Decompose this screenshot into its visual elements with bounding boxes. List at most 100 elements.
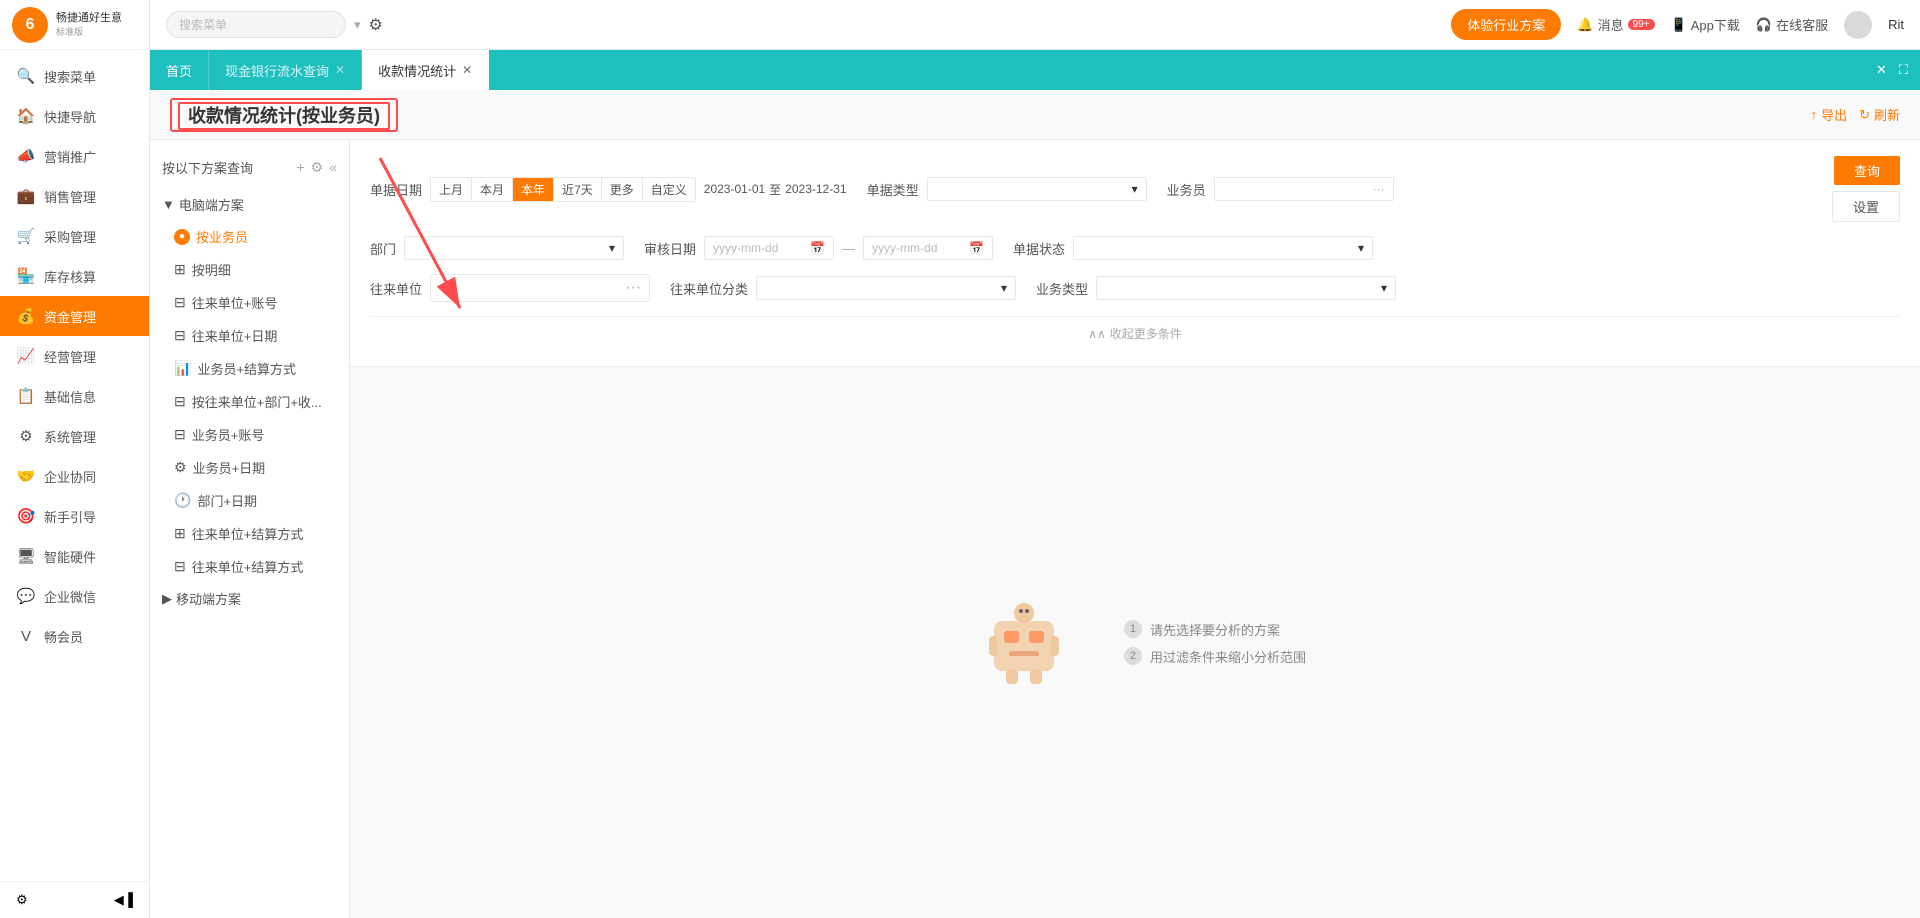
- tab-maximize-icon[interactable]: ⛶: [1899, 62, 1908, 78]
- sidebar-item-label: 资金管理: [44, 307, 96, 326]
- filter-item-salesperson-account[interactable]: ⊟ 业务员+账号: [150, 418, 349, 451]
- dept-select[interactable]: ▾: [404, 236, 624, 260]
- empty-tips: 1 请先选择要分析的方案 2 用过滤条件来缩小分析范围: [1124, 620, 1306, 666]
- filter-item-dept-date[interactable]: 🕐 部门+日期: [150, 484, 349, 517]
- query-button[interactable]: 查询: [1834, 156, 1900, 185]
- sidebar-item-hardware[interactable]: 🖥 智能硬件: [0, 536, 149, 576]
- filter-settings-btn[interactable]: ⚙: [311, 159, 324, 176]
- audit-from-placeholder: yyyy-mm-dd: [713, 241, 778, 255]
- messages-icon: 🔔: [1577, 17, 1593, 33]
- doc-type-label: 单据类型: [867, 180, 919, 199]
- sidebar-item-enterprise[interactable]: 🤝 企业协同: [0, 456, 149, 496]
- operations-icon: 📈: [16, 346, 36, 366]
- sidebar-item-marketing[interactable]: 📣 营销推广: [0, 136, 149, 176]
- doc-status-select[interactable]: ▾: [1073, 236, 1373, 260]
- sidebar-item-purchase[interactable]: 🛒 采购管理: [0, 216, 149, 256]
- sidebar-item-system[interactable]: ⚙ 系统管理: [0, 416, 149, 456]
- topbar-dropdown-icon[interactable]: ▾: [354, 17, 361, 33]
- page-header: 收款情况统计(按业务员) ↑ 导出 ↻ 刷新: [150, 90, 1920, 140]
- sidebar-item-guide[interactable]: 🎯 新手引导: [0, 496, 149, 536]
- topbar-left: 搜索菜单 ▾ ⚙: [166, 11, 383, 38]
- date-tab-7days[interactable]: 近7天: [554, 178, 602, 201]
- refresh-button[interactable]: ↻ 刷新: [1859, 105, 1900, 124]
- sidebar: 6 畅捷通好生意 标准版 🔍 搜索菜单 🏠 快捷导航 📣 营销推广 💼 销售管理…: [0, 0, 150, 918]
- sidebar-logo: 6 畅捷通好生意 标准版: [0, 0, 149, 50]
- tab-bank[interactable]: 现金银行流水查询 ✕: [209, 50, 362, 90]
- filter-item-counterpart-dept[interactable]: ⊟ 按往来单位+部门+收...: [150, 385, 349, 418]
- sidebar-item-sales[interactable]: 💼 销售管理: [0, 176, 149, 216]
- audit-date-from[interactable]: yyyy-mm-dd 📅: [704, 236, 834, 260]
- audit-date-field: 审核日期 yyyy-mm-dd 📅 — yyyy-mm-dd 📅: [644, 236, 993, 260]
- trial-button[interactable]: 体验行业方案: [1451, 9, 1561, 40]
- filter-item-counterpart-settle2[interactable]: ⊟ 往来单位+结算方式: [150, 550, 349, 583]
- tab-receipt-close[interactable]: ✕: [462, 63, 472, 77]
- counterpart-select[interactable]: ···: [430, 274, 650, 302]
- user-avatar[interactable]: [1844, 11, 1872, 39]
- filter-section-mobile[interactable]: ▶ 移动端方案: [150, 583, 349, 614]
- counterpart-label: 往来单位: [370, 279, 422, 298]
- app-download-btn[interactable]: 📱 App下载: [1671, 15, 1740, 34]
- sidebar-item-shortcut[interactable]: 🏠 快捷导航: [0, 96, 149, 136]
- date-tab-custom[interactable]: 自定义: [643, 178, 695, 201]
- sidebar-item-inventory[interactable]: 🏪 库存核算: [0, 256, 149, 296]
- section-arrow: ▼: [162, 197, 175, 212]
- date-tab-more[interactable]: 更多: [602, 178, 643, 201]
- filter-item-salesperson-date[interactable]: ⚙ 业务员+日期: [150, 451, 349, 484]
- filter-item-counterpart-account[interactable]: ⊟ 往来单位+账号: [150, 286, 349, 319]
- sidebar-item-operations[interactable]: 📈 经营管理: [0, 336, 149, 376]
- messages-btn[interactable]: 🔔 消息 99+: [1577, 15, 1654, 34]
- sidebar-item-label: 搜索菜单: [44, 67, 96, 86]
- salesperson-select[interactable]: ···: [1214, 177, 1394, 201]
- counterpart-cat-select[interactable]: ▾: [756, 276, 1016, 300]
- filter-item-by-salesperson[interactable]: ● 按业务员: [150, 220, 349, 253]
- sidebar-item-label: 智能硬件: [44, 547, 96, 566]
- online-service-btn[interactable]: 🎧 在线客服: [1756, 15, 1828, 34]
- tab-home[interactable]: 首页: [150, 50, 209, 90]
- empty-tip-1: 1 请先选择要分析的方案: [1124, 620, 1306, 639]
- sidebar-footer: ⚙ ◀▐: [0, 881, 149, 918]
- tab-minimize-icon[interactable]: ✕: [1876, 62, 1887, 78]
- salesperson-more[interactable]: ···: [1373, 182, 1385, 196]
- service-label: 在线客服: [1776, 15, 1828, 34]
- messages-label: 消息: [1598, 15, 1624, 34]
- filter-item-counterpart-date[interactable]: ⊟ 往来单位+日期: [150, 319, 349, 352]
- tab-receipt[interactable]: 收款情况统计 ✕: [362, 50, 489, 90]
- filter-item-salesperson-settle[interactable]: 📊 业务员+结算方式: [150, 352, 349, 385]
- filter-item-label: 往来单位+日期: [192, 326, 278, 345]
- topbar-search-text: 搜索菜单: [179, 16, 227, 33]
- date-tab-this-year[interactable]: 本年: [513, 178, 554, 201]
- guide-icon: 🎯: [16, 506, 36, 526]
- biz-type-select[interactable]: ▾: [1096, 276, 1396, 300]
- footer-collapse-icon[interactable]: ◀▐: [114, 892, 133, 908]
- sidebar-item-basic[interactable]: 📋 基础信息: [0, 376, 149, 416]
- date-tab-last-month[interactable]: 上月: [431, 178, 472, 201]
- sidebar-item-wechat[interactable]: 💬 企业微信: [0, 576, 149, 616]
- sidebar-item-member[interactable]: V 畅会员: [0, 616, 149, 656]
- filter-section-desktop[interactable]: ▼ 电脑端方案: [150, 189, 349, 220]
- search-row-1: 单据日期 上月 本月 本年 近7天 更多 自定义 2023-01-01 至: [370, 156, 1900, 222]
- logo-icon: 6: [12, 7, 48, 43]
- filter-add-btn[interactable]: +: [296, 159, 304, 176]
- export-button[interactable]: ↑ 导出: [1811, 105, 1848, 124]
- search-icon: 🔍: [16, 66, 36, 86]
- collapse-bar[interactable]: ∧∧ 收起更多条件: [370, 316, 1900, 350]
- date-tab-this-month[interactable]: 本月: [472, 178, 513, 201]
- sidebar-item-search[interactable]: 🔍 搜索菜单: [0, 56, 149, 96]
- search-area: 单据日期 上月 本月 本年 近7天 更多 自定义 2023-01-01 至: [350, 140, 1920, 367]
- audit-date-to[interactable]: yyyy-mm-dd 📅: [863, 236, 993, 260]
- tab-home-label: 首页: [166, 61, 192, 80]
- footer-settings-icon[interactable]: ⚙: [16, 892, 28, 908]
- shortcut-icon: 🏠: [16, 106, 36, 126]
- filter-item-by-detail[interactable]: ⊞ 按明细: [150, 253, 349, 286]
- tab-bank-close[interactable]: ✕: [335, 63, 345, 77]
- logo-text: 畅捷通好生意: [56, 11, 122, 25]
- filter-item-counterpart-settle1[interactable]: ⊞ 往来单位+结算方式: [150, 517, 349, 550]
- settings-button[interactable]: 设置: [1832, 191, 1900, 222]
- counterpart-more[interactable]: ···: [625, 279, 641, 297]
- section-label: 电脑端方案: [179, 195, 244, 214]
- doc-type-select[interactable]: ▾: [927, 177, 1147, 201]
- topbar-settings-icon[interactable]: ⚙: [369, 15, 383, 35]
- filter-collapse-btn[interactable]: «: [329, 159, 337, 176]
- messages-badge: 99+: [1628, 19, 1655, 30]
- sidebar-item-finance[interactable]: 💰 资金管理: [0, 296, 149, 336]
